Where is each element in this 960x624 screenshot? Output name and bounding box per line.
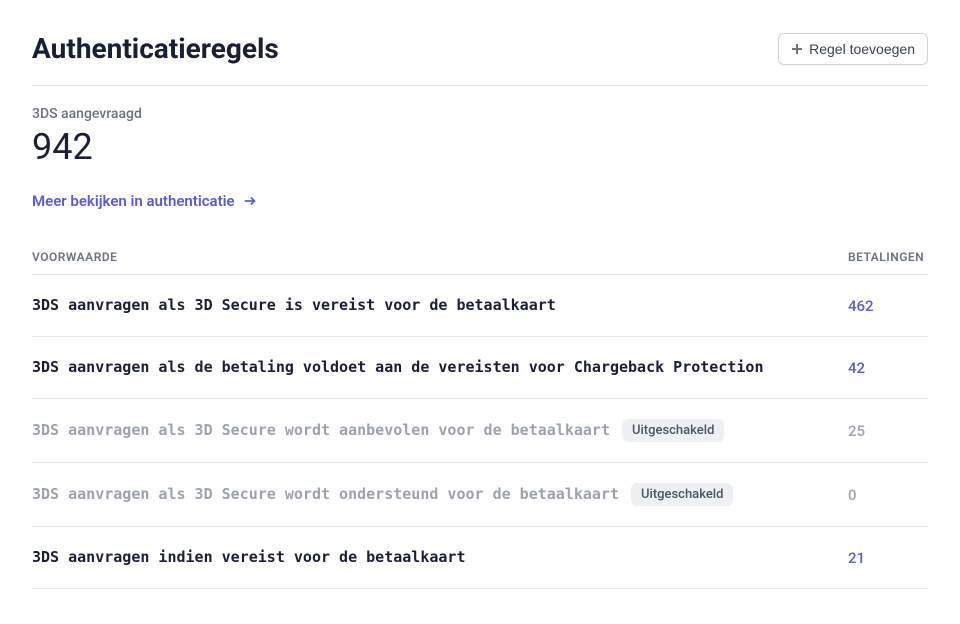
add-rule-button[interactable]: Regel toevoegen <box>778 33 928 65</box>
condition-cell: 3DS aanvragen als 3D Secure is vereist v… <box>32 295 832 316</box>
table-row[interactable]: 3DS aanvragen als 3D Secure wordt onders… <box>32 463 928 527</box>
condition-text: 3DS aanvragen indien vereist voor de bet… <box>32 547 465 568</box>
plus-icon <box>791 43 803 55</box>
add-rule-label: Regel toevoegen <box>809 41 915 57</box>
table-row[interactable]: 3DS aanvragen als de betaling voldoet aa… <box>32 337 928 399</box>
condition-text: 3DS aanvragen als 3D Secure wordt aanbev… <box>32 420 610 441</box>
th-payments: BETALINGEN <box>848 250 928 264</box>
condition-cell: 3DS aanvragen indien vereist voor de bet… <box>32 547 832 568</box>
page-title: Authenticatieregels <box>32 32 279 65</box>
condition-text: 3DS aanvragen als 3D Secure is vereist v… <box>32 295 556 316</box>
table-row[interactable]: 3DS aanvragen als 3D Secure wordt aanbev… <box>32 399 928 463</box>
condition-text: 3DS aanvragen als de betaling voldoet aa… <box>32 357 764 378</box>
arrow-right-icon <box>243 194 257 208</box>
table-row[interactable]: 3DS aanvragen indien vereist voor de bet… <box>32 527 928 589</box>
status-badge: Uitgeschakeld <box>622 419 724 442</box>
th-condition: VOORWAARDE <box>32 250 117 264</box>
payments-count[interactable]: 42 <box>848 359 928 377</box>
payments-count[interactable]: 25 <box>848 422 928 440</box>
rules-table: VOORWAARDE BETALINGEN 3DS aanvragen als … <box>32 250 928 589</box>
condition-cell: 3DS aanvragen als 3D Secure wordt aanbev… <box>32 419 832 442</box>
table-row[interactable]: 3DS aanvragen als 3D Secure is vereist v… <box>32 275 928 337</box>
stat-label: 3DS aangevraagd <box>32 106 928 122</box>
table-header: VOORWAARDE BETALINGEN <box>32 250 928 275</box>
status-badge: Uitgeschakeld <box>631 483 733 506</box>
payments-count[interactable]: 462 <box>848 297 928 315</box>
stat-value: 942 <box>32 126 928 168</box>
view-more-link[interactable]: Meer bekijken in authenticatie <box>32 192 257 210</box>
condition-cell: 3DS aanvragen als 3D Secure wordt onders… <box>32 483 832 506</box>
payments-count[interactable]: 0 <box>848 486 928 504</box>
condition-cell: 3DS aanvragen als de betaling voldoet aa… <box>32 357 832 378</box>
condition-text: 3DS aanvragen als 3D Secure wordt onders… <box>32 484 619 505</box>
view-more-label: Meer bekijken in authenticatie <box>32 192 235 210</box>
stats-block: 3DS aangevraagd 942 <box>32 86 928 168</box>
payments-count[interactable]: 21 <box>848 549 928 567</box>
